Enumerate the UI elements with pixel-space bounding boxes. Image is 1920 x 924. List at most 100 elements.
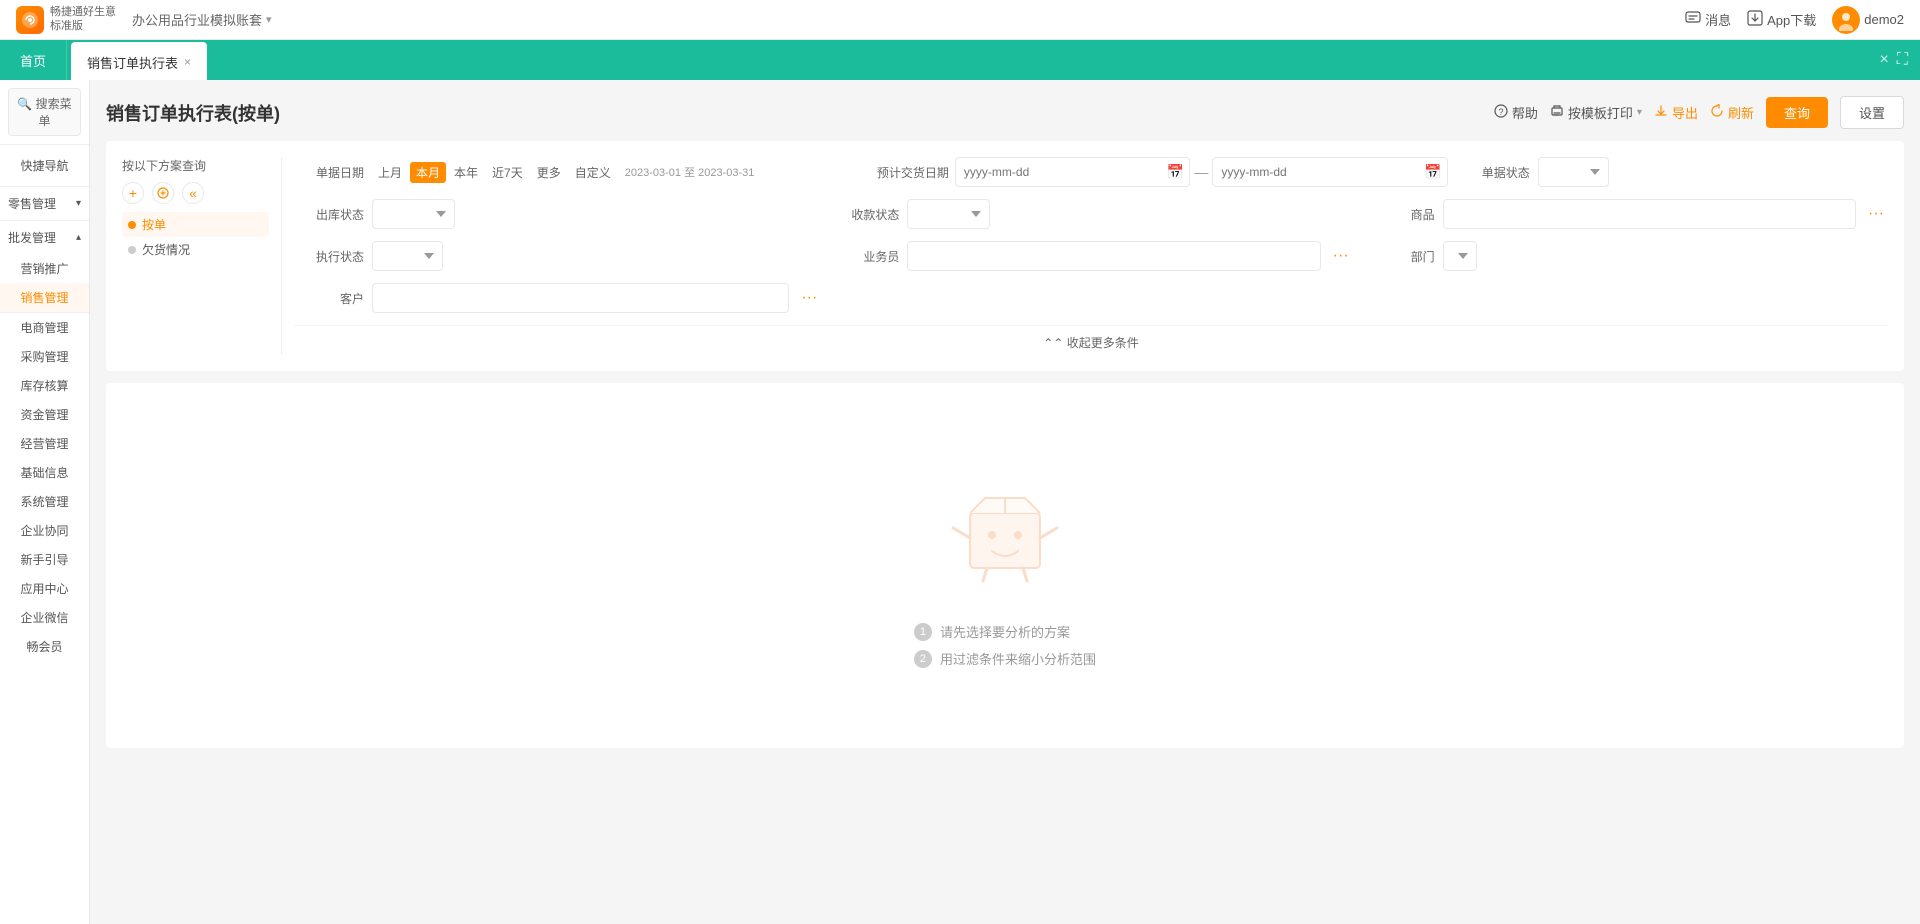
expected-date-end-wrapper: 📅 xyxy=(1212,157,1447,187)
sidebar-search-area: 🔍 搜索菜单 xyxy=(0,80,89,145)
customer-more-icon[interactable]: ··· xyxy=(797,289,821,307)
collection-status-select[interactable]: 未收款 部分收款 全部收款 xyxy=(907,199,990,229)
filter-panel: 按以下方案查询 + « 按单 xyxy=(106,141,1904,371)
filter-plan-item-andan[interactable]: 按单 xyxy=(122,212,269,237)
edit-plan-button[interactable] xyxy=(152,182,174,204)
filter-group-department: 部门 xyxy=(1365,241,1888,271)
top-nav-left: 畅捷通好生意 标准版 办公用品行业模拟账套 ▾ xyxy=(16,6,272,34)
sidebar-retail-label: 零售管理 xyxy=(8,195,56,212)
calendar-start-icon[interactable]: 📅 xyxy=(1167,164,1184,181)
tab-maximize-button[interactable]: ⛶ xyxy=(1897,51,1908,69)
filter-group-collection-status: 收款状态 未收款 部分收款 全部收款 xyxy=(829,199,1352,229)
sidebar-quick-nav: 快捷导航 xyxy=(0,145,89,187)
filter-group-expected-date: 预计交货日期 📅 — 📅 xyxy=(877,157,1448,187)
sidebar-item-quick-nav[interactable]: 快捷导航 xyxy=(0,149,89,182)
filter-group-customer: 客户 ··· xyxy=(294,283,821,313)
page-actions: ? 帮助 按模板打印 ▾ xyxy=(1494,96,1904,129)
tab-close-icon[interactable]: × xyxy=(184,55,191,69)
settings-button[interactable]: 设置 xyxy=(1840,96,1904,129)
filter-group-date: 单据日期 上月 本月 本年 近7天 更多 自定义 20 xyxy=(294,162,865,183)
sidebar-item-inventory[interactable]: 库存核算 xyxy=(0,371,89,400)
sidebar-item-app-center[interactable]: 应用中心 xyxy=(0,574,89,603)
department-select[interactable] xyxy=(1443,241,1477,271)
message-icon xyxy=(1685,10,1701,29)
date-tab-last-month[interactable]: 上月 xyxy=(372,162,408,183)
sidebar-section-wholesale: 批发管理 ▴ 营销推广 销售管理 xyxy=(0,221,89,313)
sidebar-item-enterprise-wechat[interactable]: 企业微信 xyxy=(0,603,89,632)
department-label: 部门 xyxy=(1365,248,1435,265)
sidebar-item-finance[interactable]: 资金管理 xyxy=(0,400,89,429)
collapse-sidebar-button[interactable]: « xyxy=(182,182,204,204)
breadcrumb-arrow-icon: ▾ xyxy=(266,13,272,26)
exec-status-label: 执行状态 xyxy=(294,248,364,265)
print-button[interactable]: 按模板打印 ▾ xyxy=(1550,103,1642,122)
content-area: 销售订单执行表(按单) ? 帮助 xyxy=(90,80,1920,924)
sidebar-item-basic-info[interactable]: 基础信息 xyxy=(0,458,89,487)
sidebar-item-enterprise[interactable]: 企业协同 xyxy=(0,516,89,545)
collapse-up-icon: ⌃⌃ xyxy=(1043,336,1066,350)
date-range-text: 2023-03-01 至 2023-03-31 xyxy=(625,164,755,180)
top-nav-right: 消息 App下载 demo2 xyxy=(1685,6,1904,34)
app-download-button[interactable]: App下载 xyxy=(1747,10,1816,29)
department-select-wrapper xyxy=(1443,241,1888,271)
sidebar-item-purchase[interactable]: 采购管理 xyxy=(0,342,89,371)
out-status-select[interactable]: 未出库 部分出库 全部出库 xyxy=(372,199,455,229)
refresh-button[interactable]: 刷新 xyxy=(1710,103,1754,122)
salesperson-more-icon[interactable]: ··· xyxy=(1329,247,1353,265)
sidebar-item-operations[interactable]: 经营管理 xyxy=(0,429,89,458)
filter-group-out-status: 出库状态 未出库 部分出库 全部出库 xyxy=(294,199,817,229)
expected-date-end[interactable] xyxy=(1212,157,1447,187)
collapse-button[interactable]: ⌃⌃ 收起更多条件 xyxy=(294,325,1888,355)
sidebar-item-newbie[interactable]: 新手引导 xyxy=(0,545,89,574)
date-tab-this-year[interactable]: 本年 xyxy=(448,162,484,183)
doc-status-select[interactable]: 草稿 已确认 已关闭 xyxy=(1538,157,1609,187)
exec-status-select-wrapper: 执行中 已完成 xyxy=(372,241,817,271)
filter-group-doc-status: 单据状态 草稿 已确认 已关闭 xyxy=(1460,157,1888,187)
exec-status-select[interactable]: 执行中 已完成 xyxy=(372,241,443,271)
sidebar-item-member[interactable]: 畅会员 xyxy=(0,632,89,661)
empty-tips: 1 请先选择要分析的方案 2 用过滤条件来缩小分析范围 xyxy=(914,622,1096,668)
goods-input[interactable] xyxy=(1443,199,1856,229)
refresh-icon xyxy=(1710,104,1724,121)
search-menu-button[interactable]: 🔍 搜索菜单 xyxy=(8,88,81,136)
logo-icon xyxy=(16,6,44,34)
calendar-end-icon[interactable]: 📅 xyxy=(1424,164,1441,181)
filter-date-range: 📅 — 📅 xyxy=(955,157,1448,187)
inactive-dot-icon xyxy=(128,246,136,254)
tab-minimize-button[interactable]: × xyxy=(1879,51,1888,69)
sidebar-item-sales[interactable]: 销售管理 xyxy=(0,283,89,312)
date-tab-custom[interactable]: 自定义 xyxy=(569,162,617,183)
tab-active[interactable]: 销售订单执行表 × xyxy=(71,42,207,82)
sidebar-item-marketing[interactable]: 营销推广 xyxy=(0,254,89,283)
page-title: 销售订单执行表(按单) xyxy=(106,100,280,126)
date-tab-7days[interactable]: 近7天 xyxy=(486,162,529,183)
help-button[interactable]: ? 帮助 xyxy=(1494,103,1538,122)
sidebar-section-retail-header[interactable]: 零售管理 ▾ xyxy=(0,187,89,220)
sidebar-section-wholesale-header[interactable]: 批发管理 ▴ xyxy=(0,221,89,254)
customer-input[interactable] xyxy=(372,283,789,313)
search-button[interactable]: 查询 xyxy=(1766,97,1828,128)
date-tab-more[interactable]: 更多 xyxy=(531,162,567,183)
empty-tip-2: 2 用过滤条件来缩小分析范围 xyxy=(914,649,1096,668)
salesperson-input[interactable] xyxy=(907,241,1320,271)
goods-label: 商品 xyxy=(1365,206,1435,223)
add-plan-button[interactable]: + xyxy=(122,182,144,204)
goods-more-icon[interactable]: ··· xyxy=(1864,205,1888,223)
user-profile-button[interactable]: demo2 xyxy=(1832,6,1904,34)
tab-bar-actions: × ⛶ xyxy=(1879,51,1920,69)
filter-plan-item-quhuo[interactable]: 欠货情况 xyxy=(122,237,269,262)
print-icon xyxy=(1550,104,1564,121)
expected-date-start[interactable] xyxy=(955,157,1190,187)
tab-home[interactable]: 首页 xyxy=(0,40,67,80)
breadcrumb[interactable]: 办公用品行业模拟账套 ▾ xyxy=(132,10,272,29)
filter-sidebar-title: 按以下方案查询 xyxy=(122,157,269,174)
message-button[interactable]: 消息 xyxy=(1685,10,1731,29)
sidebar-item-system[interactable]: 系统管理 xyxy=(0,487,89,516)
logo-area[interactable]: 畅捷通好生意 标准版 xyxy=(16,6,116,34)
export-button[interactable]: 导出 xyxy=(1654,103,1698,122)
help-icon: ? xyxy=(1494,104,1508,121)
date-tab-this-month[interactable]: 本月 xyxy=(410,162,446,183)
collection-status-select-wrapper: 未收款 部分收款 全部收款 xyxy=(907,199,1352,229)
filter-main: 单据日期 上月 本月 本年 近7天 更多 自定义 20 xyxy=(294,157,1888,355)
sidebar-item-ecommerce[interactable]: 电商管理 xyxy=(0,313,89,342)
